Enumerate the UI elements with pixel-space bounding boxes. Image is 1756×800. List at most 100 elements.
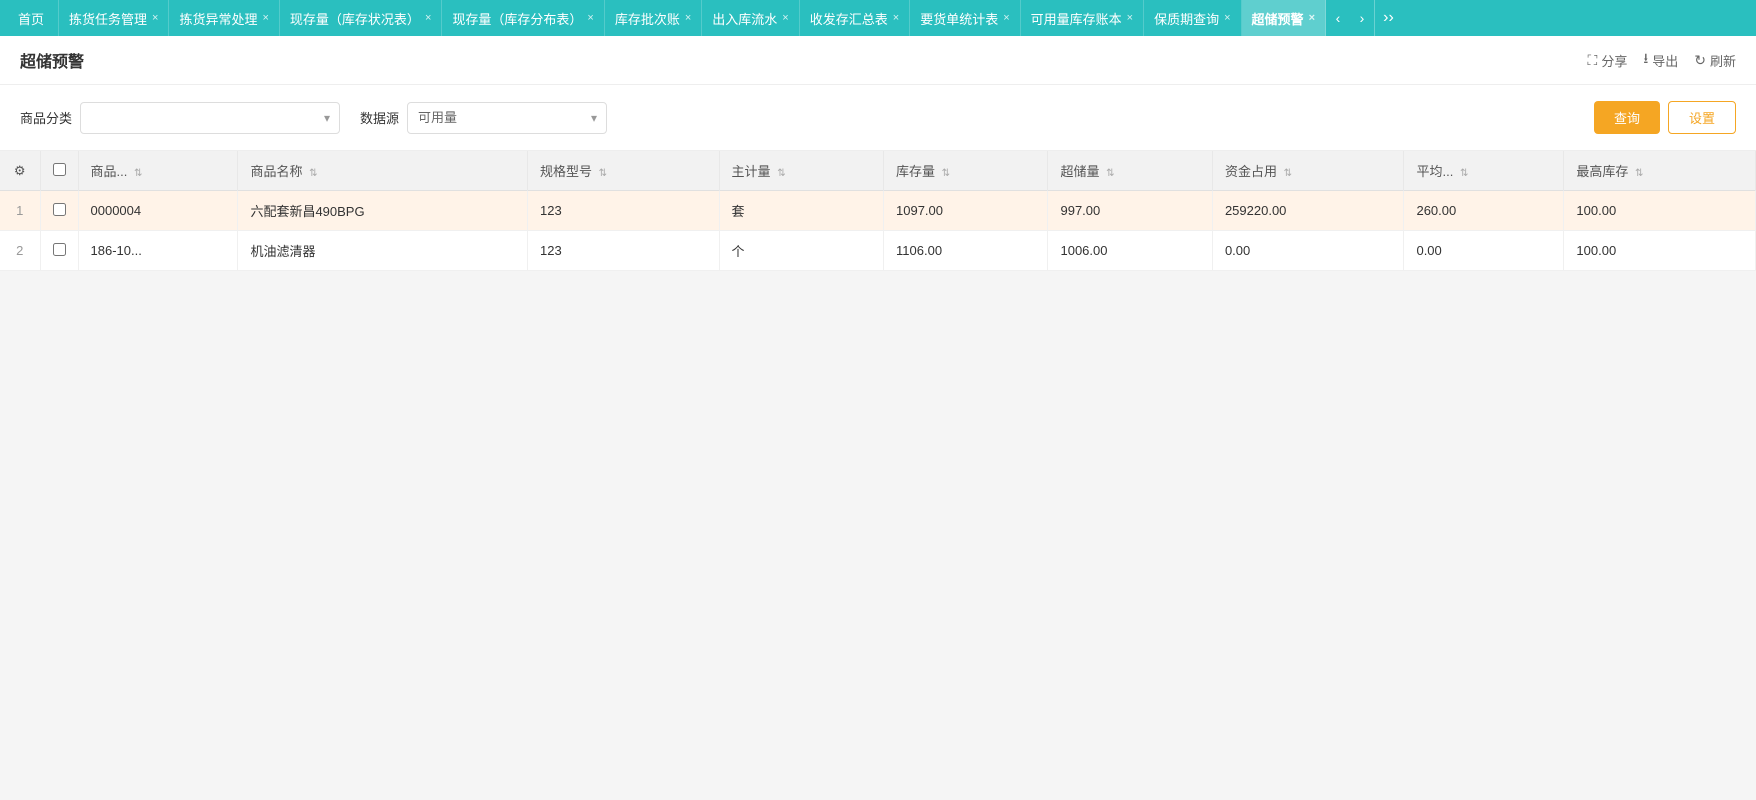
cell-over-stock-2: 1006.00 bbox=[1048, 231, 1212, 271]
row-number-1: 1 bbox=[0, 191, 40, 231]
nav-tab-5[interactable]: 库存批次账 × bbox=[605, 0, 702, 36]
nav-tab-10[interactable]: 保质期查询 × bbox=[1144, 0, 1241, 36]
cell-product-name-2: 机油滤清器 bbox=[238, 231, 528, 271]
column-avg[interactable]: 平均... ⇅ bbox=[1404, 151, 1564, 191]
column-gear[interactable]: ⚙ bbox=[0, 151, 40, 191]
cell-spec-1: 123 bbox=[528, 191, 720, 231]
column-spec[interactable]: 规格型号 ⇅ bbox=[528, 151, 720, 191]
close-tab-9[interactable]: × bbox=[1127, 12, 1133, 24]
export-icon: ⭳ bbox=[1643, 48, 1648, 72]
nav-tab-11[interactable]: 超储预警 × bbox=[1242, 0, 1326, 36]
gear-icon: ⚙ bbox=[14, 163, 26, 178]
category-select-wrap bbox=[80, 102, 340, 134]
cell-product-code-2: 186-10... bbox=[78, 231, 238, 271]
column-stock[interactable]: 库存量 ⇅ bbox=[884, 151, 1048, 191]
sort-icon-stock: ⇅ bbox=[942, 168, 950, 179]
cell-avg-1: 260.00 bbox=[1404, 191, 1564, 231]
table-row: 2 186-10... 机油滤清器 123 个 1106.00 1006.00 … bbox=[0, 231, 1756, 271]
sort-icon-max-stock: ⇅ bbox=[1635, 168, 1643, 179]
cell-stock-2: 1106.00 bbox=[884, 231, 1048, 271]
top-navigation: 首页 拣货任务管理 × 拣货异常处理 × 现存量（库存状况表） × 现存量（库存… bbox=[0, 0, 1756, 36]
row-number-2: 2 bbox=[0, 231, 40, 271]
nav-expand-btn[interactable]: ›› bbox=[1374, 0, 1402, 36]
refresh-icon: ↻ bbox=[1694, 52, 1706, 69]
share-icon: ⛶ bbox=[1588, 52, 1598, 69]
cell-over-stock-1: 997.00 bbox=[1048, 191, 1212, 231]
category-label: 商品分类 bbox=[20, 108, 72, 127]
close-tab-2[interactable]: × bbox=[262, 12, 268, 24]
datasource-label: 数据源 bbox=[360, 108, 399, 127]
refresh-button[interactable]: ↻ 刷新 bbox=[1694, 51, 1736, 70]
close-tab-4[interactable]: × bbox=[587, 12, 593, 24]
datasource-filter-group: 数据源 可用量 bbox=[360, 102, 607, 134]
nav-home[interactable]: 首页 bbox=[4, 0, 59, 36]
sort-icon-product-name: ⇅ bbox=[309, 168, 317, 179]
close-tab-10[interactable]: × bbox=[1224, 12, 1230, 24]
cell-max-stock-2: 100.00 bbox=[1564, 231, 1756, 271]
checkbox-row-2[interactable] bbox=[53, 243, 66, 256]
table-header-row: ⚙ 商品... ⇅ 商品名称 ⇅ 规格型号 ⇅ 主计量 bbox=[0, 151, 1756, 191]
nav-tab-2[interactable]: 拣货异常处理 × bbox=[169, 0, 279, 36]
cell-unit-2: 个 bbox=[719, 231, 883, 271]
nav-tab-1[interactable]: 拣货任务管理 × bbox=[59, 0, 169, 36]
column-capital-occupied[interactable]: 资金占用 ⇅ bbox=[1212, 151, 1404, 191]
nav-tab-6[interactable]: 出入库流水 × bbox=[702, 0, 799, 36]
cell-unit-1: 套 bbox=[719, 191, 883, 231]
page-title: 超储预警 bbox=[20, 48, 84, 72]
sort-icon-over-stock: ⇅ bbox=[1106, 168, 1114, 179]
nav-tab-4[interactable]: 现存量（库存分布表） × bbox=[442, 0, 604, 36]
share-button[interactable]: ⛶ 分享 bbox=[1588, 51, 1628, 70]
row-checkbox-1[interactable] bbox=[40, 191, 78, 231]
sort-icon-unit: ⇅ bbox=[777, 168, 785, 179]
nav-tab-8[interactable]: 要货单统计表 × bbox=[910, 0, 1020, 36]
cell-capital-2: 0.00 bbox=[1212, 231, 1404, 271]
table-container: ⚙ 商品... ⇅ 商品名称 ⇅ 规格型号 ⇅ 主计量 bbox=[0, 151, 1756, 271]
cell-stock-1: 1097.00 bbox=[884, 191, 1048, 231]
close-tab-1[interactable]: × bbox=[152, 12, 158, 24]
sort-icon-product-code: ⇅ bbox=[134, 168, 142, 179]
close-tab-5[interactable]: × bbox=[685, 12, 691, 24]
filter-area: 商品分类 数据源 可用量 查询 设置 bbox=[0, 85, 1756, 151]
filter-actions: 查询 设置 bbox=[1594, 101, 1736, 134]
select-all-checkbox[interactable] bbox=[53, 163, 66, 176]
settings-button[interactable]: 设置 bbox=[1668, 101, 1736, 134]
table-row: 1 0000004 六配套新昌490BPG 123 套 1097.00 997.… bbox=[0, 191, 1756, 231]
nav-prev-arrow[interactable]: ‹ bbox=[1326, 0, 1350, 36]
column-over-stock[interactable]: 超储量 ⇅ bbox=[1048, 151, 1212, 191]
nav-tab-9[interactable]: 可用量库存账本 × bbox=[1021, 0, 1144, 36]
nav-tab-3[interactable]: 现存量（库存状况表） × bbox=[280, 0, 442, 36]
close-tab-3[interactable]: × bbox=[425, 12, 431, 24]
column-product-code[interactable]: 商品... ⇅ bbox=[78, 151, 238, 191]
cell-product-name-1: 六配套新昌490BPG bbox=[238, 191, 528, 231]
nav-next-arrow[interactable]: › bbox=[1350, 0, 1374, 36]
close-tab-11[interactable]: × bbox=[1309, 12, 1315, 24]
column-product-name[interactable]: 商品名称 ⇅ bbox=[238, 151, 528, 191]
sort-icon-spec: ⇅ bbox=[599, 168, 607, 179]
query-button[interactable]: 查询 bbox=[1594, 101, 1660, 134]
datasource-select[interactable]: 可用量 bbox=[407, 102, 607, 134]
column-unit[interactable]: 主计量 ⇅ bbox=[719, 151, 883, 191]
close-tab-6[interactable]: × bbox=[782, 12, 788, 24]
cell-capital-1: 259220.00 bbox=[1212, 191, 1404, 231]
page-header: 超储预警 ⛶ 分享 ⭳ 导出 ↻ 刷新 bbox=[0, 36, 1756, 85]
checkbox-row-1[interactable] bbox=[53, 203, 66, 216]
column-select-all[interactable] bbox=[40, 151, 78, 191]
cell-avg-2: 0.00 bbox=[1404, 231, 1564, 271]
column-max-stock[interactable]: 最高库存 ⇅ bbox=[1564, 151, 1756, 191]
row-checkbox-2[interactable] bbox=[40, 231, 78, 271]
export-button[interactable]: ⭳ 导出 bbox=[1643, 48, 1678, 72]
cell-spec-2: 123 bbox=[528, 231, 720, 271]
table-body: 1 0000004 六配套新昌490BPG 123 套 1097.00 997.… bbox=[0, 191, 1756, 271]
header-actions: ⛶ 分享 ⭳ 导出 ↻ 刷新 bbox=[1588, 48, 1737, 72]
category-select[interactable] bbox=[80, 102, 340, 134]
sort-icon-capital: ⇅ bbox=[1284, 168, 1292, 179]
cell-max-stock-1: 100.00 bbox=[1564, 191, 1756, 231]
nav-tab-7[interactable]: 收发存汇总表 × bbox=[800, 0, 910, 36]
category-filter-group: 商品分类 bbox=[20, 102, 340, 134]
close-tab-8[interactable]: × bbox=[1003, 12, 1009, 24]
close-tab-7[interactable]: × bbox=[893, 12, 899, 24]
datasource-select-wrap: 可用量 bbox=[407, 102, 607, 134]
data-table: ⚙ 商品... ⇅ 商品名称 ⇅ 规格型号 ⇅ 主计量 bbox=[0, 151, 1756, 271]
cell-product-code-1: 0000004 bbox=[78, 191, 238, 231]
sort-icon-avg: ⇅ bbox=[1460, 168, 1468, 179]
